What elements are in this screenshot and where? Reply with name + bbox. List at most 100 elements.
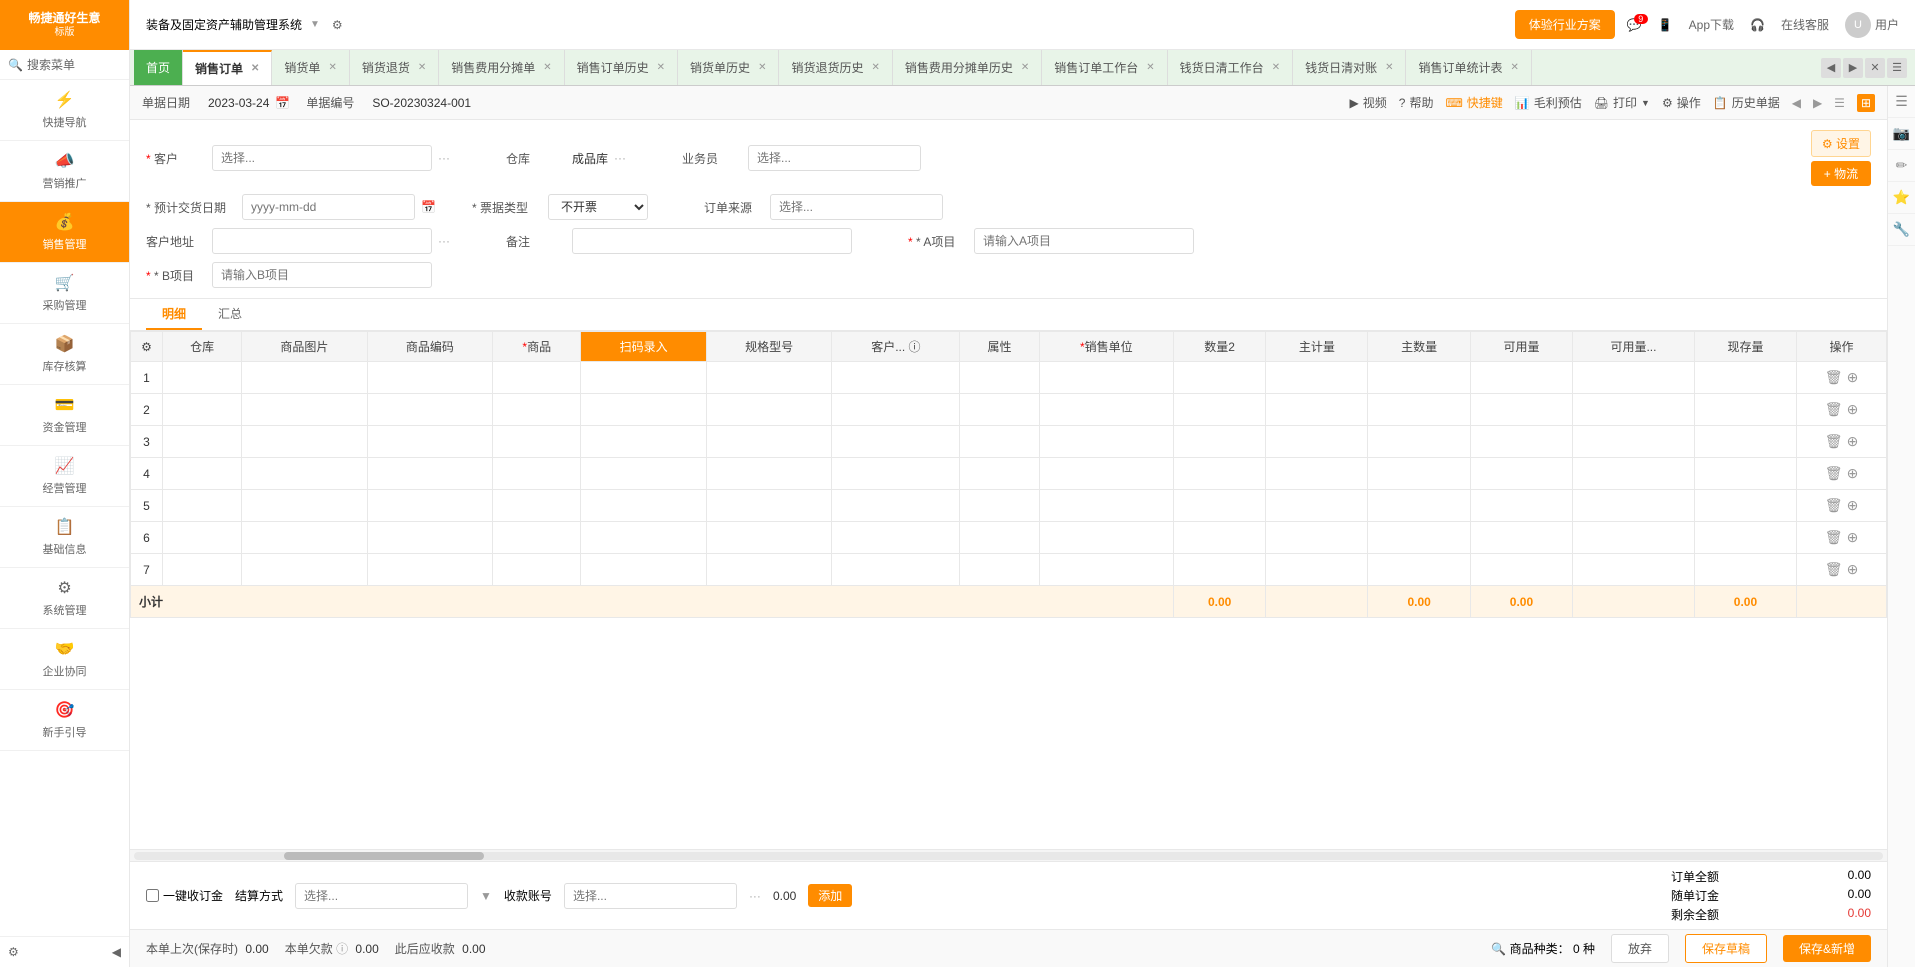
row-2-code[interactable]	[367, 394, 493, 426]
row-7-delete-icon[interactable]: 🗑	[1825, 561, 1843, 578]
search-menu-item[interactable]: 🔍 搜索菜单	[0, 50, 129, 80]
delivery-input[interactable]	[242, 194, 415, 220]
row-7-unit[interactable]	[1039, 554, 1174, 586]
row-1-delete-icon[interactable]: 🗑	[1825, 369, 1843, 386]
sidebar-item-system[interactable]: ⚙ 系统管理	[0, 568, 129, 629]
row-1-code[interactable]	[367, 362, 493, 394]
row-3-warehouse[interactable]	[163, 426, 242, 458]
view-video-btn[interactable]: ▶ 视频	[1350, 94, 1387, 111]
sidebar-item-inventory[interactable]: 📦 库存核算	[0, 324, 129, 385]
row-3-main-qty[interactable]	[1368, 426, 1470, 458]
one-click-payment-checkbox[interactable]: 一键收订金	[146, 887, 223, 904]
row-7-code[interactable]	[367, 554, 493, 586]
row-7-product[interactable]	[493, 554, 581, 586]
row-1-warehouse[interactable]	[163, 362, 242, 394]
row-7-main-qty[interactable]	[1368, 554, 1470, 586]
row-2-copy-icon[interactable]: ⊕	[1847, 401, 1859, 418]
sidebar-item-purchase[interactable]: 🛒 采购管理	[0, 263, 129, 324]
tab-close-all-btn[interactable]: ✕	[1865, 58, 1885, 78]
layout-grid-icon[interactable]: ⊞	[1857, 94, 1875, 112]
tab-expense-alloc[interactable]: 销售费用分摊单 ✕	[439, 50, 564, 86]
tab-detail[interactable]: 明细	[146, 299, 202, 330]
row-4-main-qty[interactable]	[1368, 458, 1470, 490]
row-5-delete-icon[interactable]: 🗑	[1825, 497, 1843, 514]
account-input[interactable]	[564, 883, 737, 909]
sidebar-item-quick-nav[interactable]: ⚡ 快捷导航	[0, 80, 129, 141]
salesperson-input[interactable]	[748, 145, 921, 171]
print-btn[interactable]: 🖨 打印 ▼	[1594, 94, 1650, 111]
row-6-copy-icon[interactable]: ⊕	[1847, 529, 1859, 546]
settlement-input[interactable]	[295, 883, 468, 909]
row-4-code[interactable]	[367, 458, 493, 490]
tab-menu-btn[interactable]: ☰	[1887, 58, 1907, 78]
row-5-warehouse[interactable]	[163, 490, 242, 522]
abandon-button[interactable]: 放弃	[1611, 934, 1669, 963]
add-payment-button[interactable]: 添加	[808, 884, 852, 907]
tab-order-workbench[interactable]: 销售订单工作台 ✕	[1042, 50, 1167, 86]
online-service-link[interactable]: 在线客服	[1781, 16, 1829, 33]
sidebar-item-operations[interactable]: 📈 经营管理	[0, 446, 129, 507]
one-click-checkbox-input[interactable]	[146, 889, 159, 902]
row-4-spec[interactable]	[706, 458, 832, 490]
message-badge[interactable]: 💬 9	[1627, 18, 1642, 32]
row-2-warehouse[interactable]	[163, 394, 242, 426]
print-dropdown-icon[interactable]: ▼	[1641, 98, 1650, 108]
tab-order-history[interactable]: 销售订单历史 ✕	[565, 50, 678, 86]
tab-invoice-history-close[interactable]: ✕	[758, 62, 766, 73]
row-5-code[interactable]	[367, 490, 493, 522]
tab-return-history-close[interactable]: ✕	[871, 62, 879, 73]
history-btn[interactable]: 📋 历史单据	[1713, 94, 1780, 111]
remark-input[interactable]	[572, 228, 852, 254]
sidebar-item-marketing[interactable]: 📣 营销推广	[0, 141, 129, 202]
user-profile[interactable]: U 用户	[1845, 12, 1899, 38]
tab-return-history[interactable]: 销货退货历史 ✕	[779, 50, 892, 86]
sidebar-item-finance[interactable]: 💳 资金管理	[0, 385, 129, 446]
row-6-code[interactable]	[367, 522, 493, 554]
owe-help-icon[interactable]: ⓘ	[336, 942, 348, 956]
delivery-calendar-icon[interactable]: 📅	[421, 200, 436, 214]
row-1-unit[interactable]	[1039, 362, 1174, 394]
row-6-warehouse[interactable]	[163, 522, 242, 554]
tab-sales-order-close[interactable]: ✕	[251, 63, 259, 74]
row-2-qty2[interactable]	[1174, 394, 1266, 426]
row-2-main-qty[interactable]	[1368, 394, 1470, 426]
date-calendar-icon[interactable]: 📅	[275, 96, 290, 110]
help-btn[interactable]: ? 帮助	[1399, 94, 1434, 111]
row-7-spec[interactable]	[706, 554, 832, 586]
row-5-copy-icon[interactable]: ⊕	[1847, 497, 1859, 514]
sidebar-settings-icon[interactable]: ⚙	[8, 945, 19, 959]
row-1-main-qty[interactable]	[1368, 362, 1470, 394]
scrollbar-thumb[interactable]	[284, 852, 484, 860]
row-2-delete-icon[interactable]: 🗑	[1825, 401, 1843, 418]
row-2-spec[interactable]	[706, 394, 832, 426]
row-6-delete-icon[interactable]: 🗑	[1825, 529, 1843, 546]
row-6-main-qty[interactable]	[1368, 522, 1470, 554]
row-2-unit[interactable]	[1039, 394, 1174, 426]
tab-order-stats[interactable]: 销售订单统计表 ✕	[1406, 50, 1531, 86]
tab-next-btn[interactable]: ▶	[1843, 58, 1863, 78]
address-input[interactable]	[212, 228, 432, 254]
add-logistics-button[interactable]: + 物流	[1811, 161, 1871, 186]
tab-sales-return-close[interactable]: ✕	[418, 62, 426, 73]
a-project-input[interactable]	[974, 228, 1194, 254]
tab-home[interactable]: 首页	[134, 50, 183, 86]
row-1-copy-icon[interactable]: ⊕	[1847, 369, 1859, 386]
tab-sales-invoice-close[interactable]: ✕	[328, 62, 336, 73]
invoice-select[interactable]: 不开票	[548, 194, 648, 220]
account-expand-icon[interactable]: ···	[749, 889, 761, 903]
tab-daily-workbench[interactable]: 钱货日清工作台 ✕	[1168, 50, 1293, 86]
sidebar-collapse-icon[interactable]: ◀	[112, 945, 121, 959]
profit-preview-btn[interactable]: 📊 毛利预估	[1515, 94, 1582, 111]
row-6-qty2[interactable]	[1174, 522, 1266, 554]
row-2-product[interactable]	[493, 394, 581, 426]
layout-list-icon[interactable]: ☰	[1834, 96, 1845, 110]
sidebar-item-guide[interactable]: 🎯 新手引导	[0, 690, 129, 751]
tab-order-stats-close[interactable]: ✕	[1511, 62, 1519, 73]
warehouse-expand-icon[interactable]: ···	[614, 151, 626, 165]
row-5-qty2[interactable]	[1174, 490, 1266, 522]
row-7-qty2[interactable]	[1174, 554, 1266, 586]
th-scan[interactable]: 扫码录入	[581, 332, 707, 362]
address-expand-icon[interactable]: ···	[438, 234, 450, 248]
app-download-link[interactable]: App下载	[1689, 16, 1734, 33]
save-new-button[interactable]: 保存&新增	[1783, 935, 1871, 962]
